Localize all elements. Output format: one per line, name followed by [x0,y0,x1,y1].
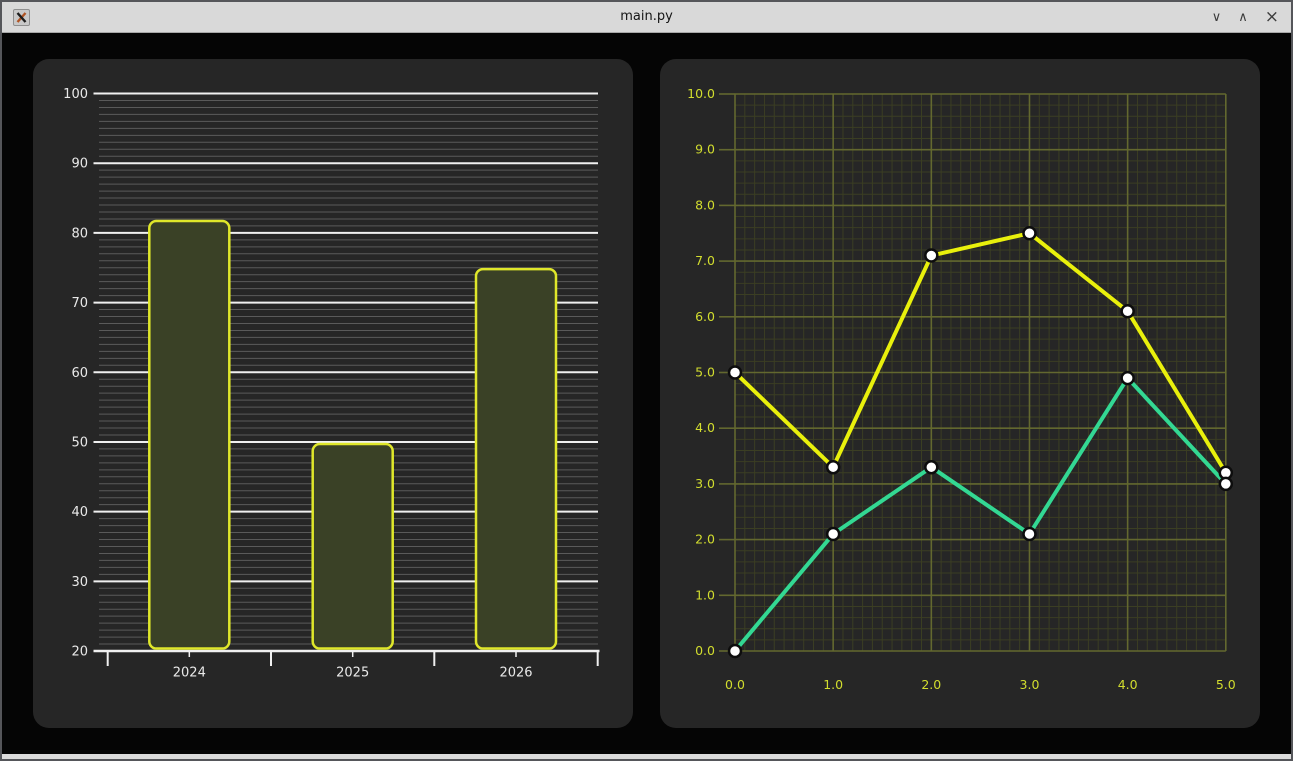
x-tick-label: 0.0 [725,677,745,692]
data-point [1022,226,1037,241]
line-chart: 0.0 1.0 2.0 3.0 4.0 5.0 6.0 7.0 8.0 9.0 10.0 0.0 1.0… [687,86,1236,692]
y-tick-label: 8.0 [695,197,715,212]
data-point [1022,526,1037,542]
x-category-label: 2026 [499,666,532,681]
line-chart-panel: 0.0 1.0 2.0 3.0 4.0 5.0 6.0 7.0 8.0 9.0 10.0 0.0 1.0… [660,59,1260,728]
y-tick-label: 3.0 [695,476,715,491]
y-tick-label: 20 [71,645,88,660]
x-tick-label: 5.0 [1216,677,1236,692]
titlebar: main.py ∨ ∧ × [2,2,1291,33]
window-title: main.py [620,9,673,24]
y-tick-label: 60 [71,366,88,381]
y-tick-label: 1.0 [695,587,715,602]
close-button[interactable]: × [1265,8,1279,26]
x-category-label: 2024 [173,666,206,681]
y-tick-label: 50 [71,435,88,450]
bar [148,219,231,650]
data-point [1218,476,1234,492]
y-tick-label: 30 [71,575,88,590]
data-point [727,365,743,380]
app-canvas: 20 30 40 50 60 70 80 90 100 2024 2025 2026 0.0 1.0 2.… [2,33,1291,754]
x-category-label: 2025 [336,666,369,681]
y-tick-label: 7.0 [695,253,715,268]
x-tick-label: 4.0 [1118,677,1138,692]
maximize-button[interactable]: ∧ [1238,11,1248,24]
data-point [1120,370,1135,386]
bar [311,442,394,650]
bar-chart: 20 30 40 50 60 70 80 90 100 2024 2025 2026 [63,87,600,681]
y-tick-label: 2.0 [695,532,715,547]
x-tick-label: 1.0 [823,677,843,692]
data-point [825,459,841,475]
window-resize-edge[interactable] [2,754,1291,759]
x-tick-label: 3.0 [1020,677,1040,692]
bar [474,267,558,650]
y-tick-label: 0.0 [695,643,715,658]
y-tick-label: 40 [71,505,88,520]
window: main.py ∨ ∧ × 20 30 40 50 60 70 80 90 100 2024 202… [0,0,1293,761]
data-point [1120,303,1135,319]
data-point [924,459,939,475]
data-point [727,643,743,659]
y-tick-label: 90 [71,157,88,172]
y-tick-label: 10.0 [687,86,715,101]
bar-chart-panel: 20 30 40 50 60 70 80 90 100 2024 2025 2026 [33,59,633,728]
y-tick-label: 9.0 [695,142,715,157]
x-tick-label: 2.0 [921,677,941,692]
minimize-button[interactable]: ∨ [1212,11,1222,24]
y-tick-label: 6.0 [695,309,715,324]
data-point [924,248,939,263]
window-controls: ∨ ∧ × [1212,2,1279,32]
y-tick-label: 4.0 [695,420,715,435]
y-tick-label: 100 [63,87,88,102]
y-tick-label: 80 [71,226,88,241]
y-tick-label: 5.0 [695,365,715,380]
y-tick-label: 70 [71,296,88,311]
data-point [825,526,841,542]
